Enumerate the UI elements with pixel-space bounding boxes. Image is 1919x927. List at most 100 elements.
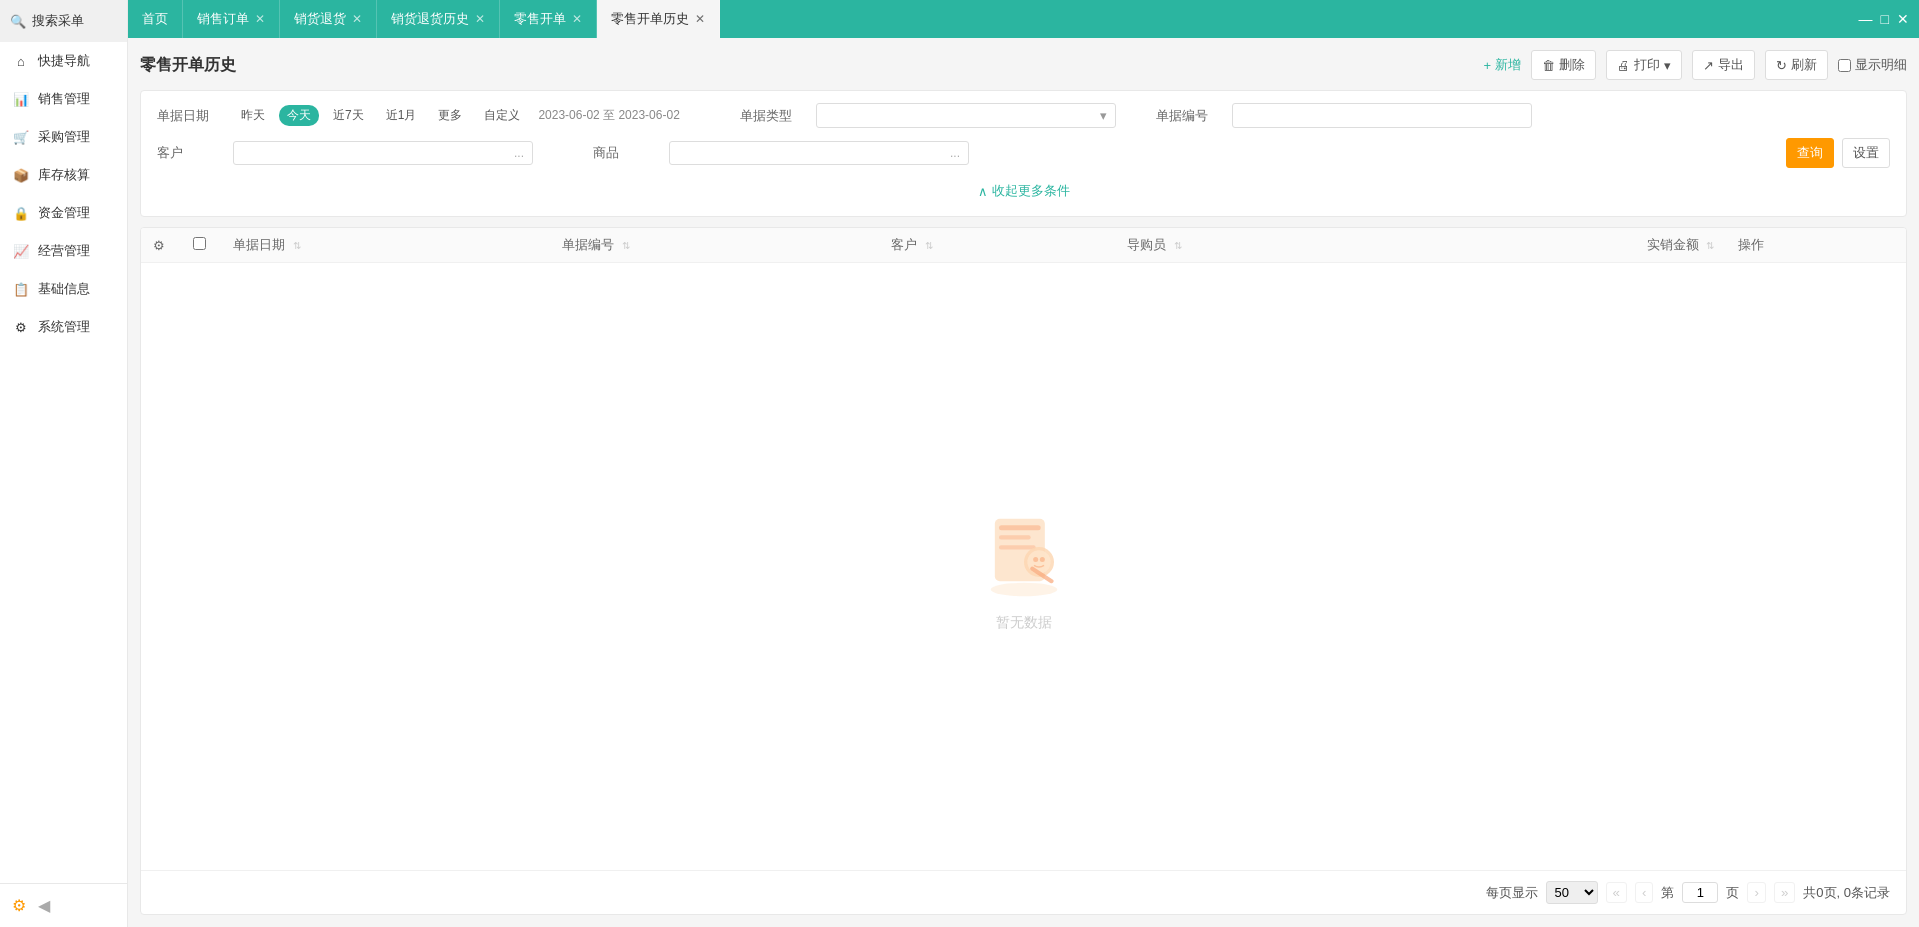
sidebar-item-label: 系统管理 [38, 318, 90, 336]
tab-sales-order[interactable]: 销售订单 ✕ [183, 0, 280, 38]
total-info: 共0页, 0条记录 [1803, 884, 1890, 902]
tab-sales-return-close[interactable]: ✕ [352, 13, 362, 25]
goods-dots: ... [950, 146, 960, 160]
close-btn[interactable]: ✕ [1897, 11, 1909, 27]
date-7days-btn[interactable]: 近7天 [325, 105, 372, 126]
minimize-btn[interactable]: — [1859, 11, 1873, 27]
svg-point-9 [1039, 557, 1044, 562]
sidebar-item-label: 经营管理 [38, 242, 90, 260]
number-sort-icon: ⇅ [622, 240, 630, 251]
tab-retail-open-close[interactable]: ✕ [572, 13, 582, 25]
add-icon: + [1483, 58, 1491, 73]
date-sort-icon: ⇅ [293, 240, 301, 251]
current-page-input[interactable] [1682, 882, 1718, 903]
sys-gear-icon: ⚙ [12, 318, 30, 336]
select-all-checkbox[interactable] [193, 237, 206, 250]
svg-rect-3 [999, 535, 1031, 539]
data-table: ⚙ 单据日期 ⇅ 单据编号 ⇅ [141, 228, 1906, 263]
tab-retail-open[interactable]: 零售开单 ✕ [500, 0, 597, 38]
collapse-more-btn[interactable]: ∧ 收起更多条件 [157, 178, 1890, 204]
toolbar: + 新增 🗑 删除 🖨 打印 ▾ ↗ 导出 ↻ 刷新 [1483, 50, 1907, 80]
col-amount[interactable]: 实销金额 ⇅ [1397, 228, 1726, 263]
tab-sales-order-label: 销售订单 [197, 10, 249, 28]
home-icon: ⌂ [12, 52, 30, 70]
display-detail-checkbox[interactable] [1838, 59, 1851, 72]
col-guide[interactable]: 导购员 ⇅ [1115, 228, 1397, 263]
page-prefix: 第 [1661, 884, 1674, 902]
sidebar-item-finance[interactable]: 🔒 资金管理 [0, 194, 127, 232]
tab-sales-return[interactable]: 销货退货 ✕ [280, 0, 377, 38]
tab-sales-order-close[interactable]: ✕ [255, 13, 265, 25]
date-1month-btn[interactable]: 近1月 [378, 105, 425, 126]
customer-select[interactable]: ... [233, 141, 533, 165]
table-gear-icon[interactable]: ⚙ [153, 238, 165, 253]
col-date[interactable]: 单据日期 ⇅ [221, 228, 550, 263]
content-area: 零售开单历史 + 新增 🗑 删除 🖨 打印 ▾ ↗ 导出 [128, 38, 1919, 927]
last-page-btn[interactable]: » [1774, 882, 1795, 903]
refresh-button[interactable]: ↻ 刷新 [1765, 50, 1828, 80]
filter-row-1: 单据日期 昨天 今天 近7天 近1月 更多 自定义 2023-06-02 至 2… [157, 103, 1890, 128]
col-checkbox[interactable] [181, 228, 221, 263]
tab-home[interactable]: 首页 [128, 0, 183, 38]
empty-text: 暂无数据 [996, 614, 1052, 632]
display-detail-label: 显示明细 [1855, 56, 1907, 74]
collapse-icon: ∧ [978, 184, 988, 199]
col-action: 操作 [1726, 228, 1906, 263]
page-size-select[interactable]: 50 10 20 100 [1546, 881, 1598, 904]
search-icon: 🔍 [10, 14, 26, 29]
sidebar-item-sales-mgmt[interactable]: 📊 销售管理 [0, 80, 127, 118]
doc-type-arrow-icon: ▾ [1100, 108, 1107, 123]
settings-bottom-icon[interactable]: ⚙ [12, 896, 26, 915]
col-number[interactable]: 单据编号 ⇅ [550, 228, 879, 263]
sidebar-item-quick-nav[interactable]: ⌂ 快捷导航 [0, 42, 127, 80]
sidebar-search[interactable]: 🔍 搜索采单 [0, 0, 127, 42]
guide-sort-icon: ⇅ [1174, 240, 1182, 251]
print-arrow-icon: ▾ [1664, 58, 1671, 73]
main-content: 首页 销售订单 ✕ 销货退货 ✕ 销货退货历史 ✕ 零售开单 ✕ 零售开单历史 … [128, 0, 1919, 927]
col-customer-label: 客户 [891, 237, 917, 252]
tab-sales-return-hist-close[interactable]: ✕ [475, 13, 485, 25]
doc-type-select[interactable]: ▾ [816, 103, 1116, 128]
export-icon: ↗ [1703, 58, 1714, 73]
date-today-btn[interactable]: 今天 [279, 105, 319, 126]
col-customer[interactable]: 客户 ⇅ [879, 228, 1115, 263]
date-shortcuts: 昨天 今天 近7天 近1月 更多 自定义 2023-06-02 至 2023-0… [233, 105, 680, 126]
doc-num-input[interactable] [1232, 103, 1532, 128]
sidebar-item-basic-info[interactable]: 📋 基础信息 [0, 270, 127, 308]
tab-retail-open-hist-close[interactable]: ✕ [695, 13, 705, 25]
pagination: 每页显示 50 10 20 100 « ‹ 第 页 › » 共0页, 0条记录 [141, 870, 1906, 914]
tab-sales-return-label: 销货退货 [294, 10, 346, 28]
lock-icon: 🔒 [12, 204, 30, 222]
collapse-sidebar-icon[interactable]: ◀ [38, 896, 50, 915]
maximize-btn[interactable]: □ [1881, 11, 1889, 27]
sidebar-item-sys-mgmt[interactable]: ⚙ 系统管理 [0, 308, 127, 346]
customer-filter-label: 客户 [157, 144, 213, 162]
sidebar-item-purchase-mgmt[interactable]: 🛒 采购管理 [0, 118, 127, 156]
sidebar-item-inventory[interactable]: 📦 库存核算 [0, 156, 127, 194]
table-icon: 📋 [12, 280, 30, 298]
date-custom-btn[interactable]: 自定义 [476, 105, 528, 126]
delete-button[interactable]: 🗑 删除 [1531, 50, 1596, 80]
tab-sales-return-hist[interactable]: 销货退货历史 ✕ [377, 0, 500, 38]
prev-page-btn[interactable]: ‹ [1635, 882, 1653, 903]
sidebar-item-operation[interactable]: 📈 经营管理 [0, 232, 127, 270]
next-page-btn[interactable]: › [1747, 882, 1765, 903]
first-page-btn[interactable]: « [1606, 882, 1627, 903]
display-detail-checkbox-label[interactable]: 显示明细 [1838, 56, 1907, 74]
box-icon: 📦 [12, 166, 30, 184]
col-gear[interactable]: ⚙ [141, 228, 181, 263]
chart-icon: 📊 [12, 90, 30, 108]
page-title: 零售开单历史 [140, 55, 236, 76]
query-button[interactable]: 查询 [1786, 138, 1834, 168]
date-yesterday-btn[interactable]: 昨天 [233, 105, 273, 126]
settings-button[interactable]: 设置 [1842, 138, 1890, 168]
goods-select[interactable]: ... [669, 141, 969, 165]
sidebar-search-label: 搜索采单 [32, 12, 84, 30]
add-button[interactable]: + 新增 [1483, 56, 1521, 74]
tab-retail-open-hist[interactable]: 零售开单历史 ✕ [597, 0, 720, 38]
export-button[interactable]: ↗ 导出 [1692, 50, 1755, 80]
sidebar-item-label: 资金管理 [38, 204, 90, 222]
date-more-btn[interactable]: 更多 [430, 105, 470, 126]
tab-retail-open-hist-label: 零售开单历史 [611, 10, 689, 28]
print-button[interactable]: 🖨 打印 ▾ [1606, 50, 1682, 80]
